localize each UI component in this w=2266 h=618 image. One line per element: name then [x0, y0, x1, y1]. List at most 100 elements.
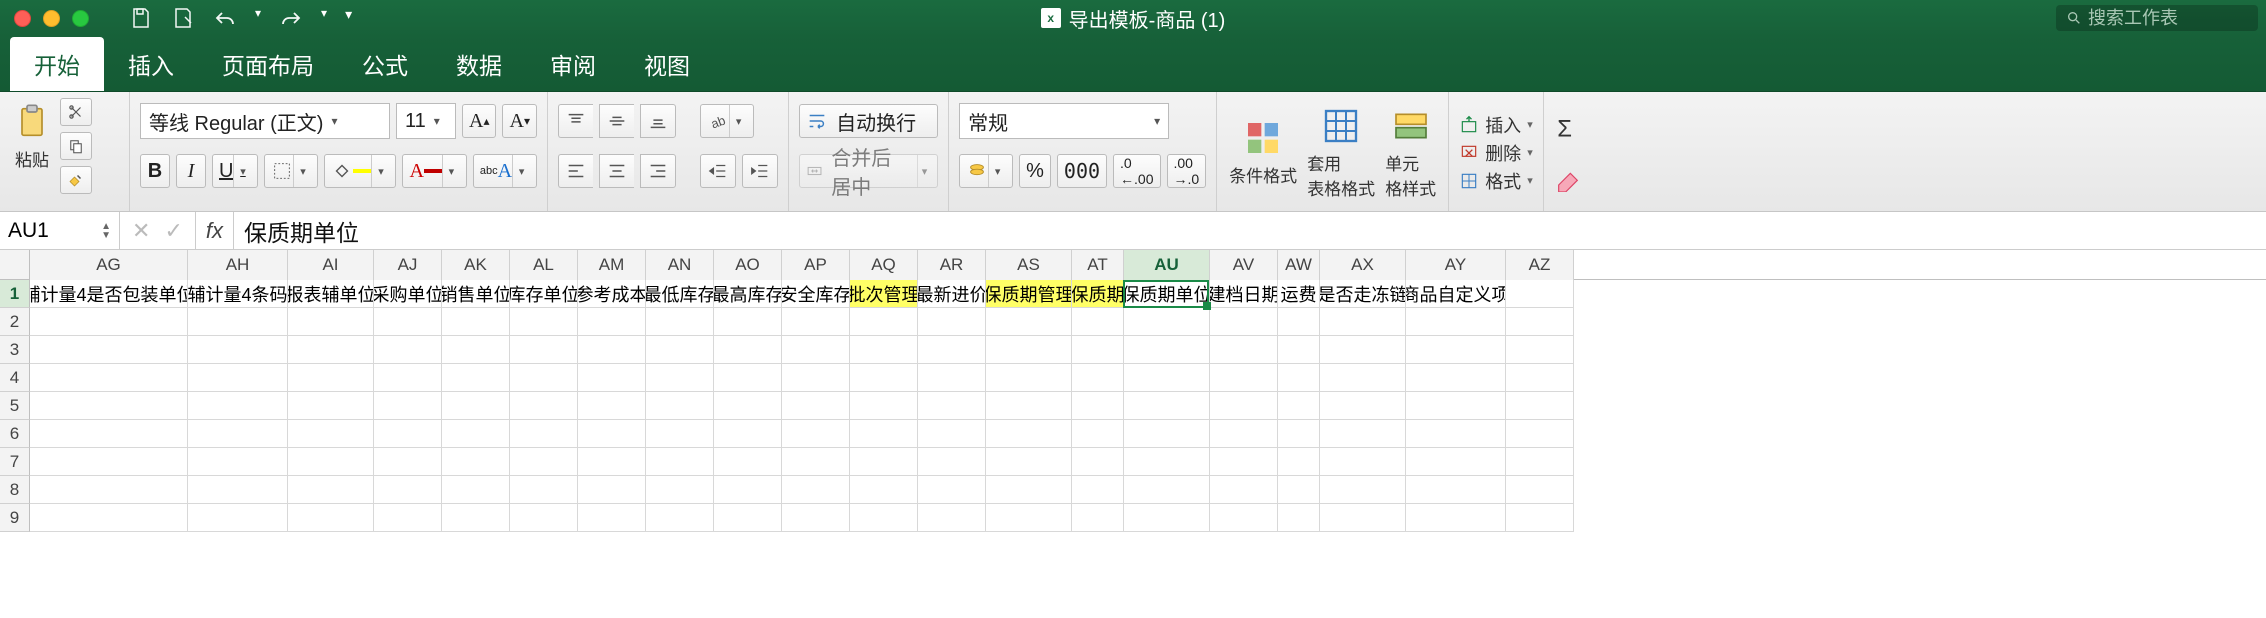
cell-AI4[interactable]	[288, 364, 374, 392]
insert-cells-button[interactable]: 插入▾	[1459, 112, 1533, 138]
cell-AI7[interactable]	[288, 448, 374, 476]
cell-AY8[interactable]	[1406, 476, 1506, 504]
cell-AZ6[interactable]	[1506, 420, 1574, 448]
sheet-search-input[interactable]	[2088, 8, 2248, 29]
format-as-table-button[interactable]: 套用 表格格式	[1305, 102, 1377, 204]
cell-AS2[interactable]	[986, 308, 1072, 336]
cell-AN7[interactable]	[646, 448, 714, 476]
wrap-text-button[interactable]: 自动换行	[799, 104, 938, 138]
cell-AM1[interactable]: 参考成本	[578, 280, 646, 308]
cell-AG4[interactable]	[30, 364, 188, 392]
cell-AV4[interactable]	[1210, 364, 1278, 392]
minimize-window[interactable]	[43, 10, 60, 27]
cell-AV5[interactable]	[1210, 392, 1278, 420]
sheet-search[interactable]	[2056, 5, 2258, 31]
align-middle-button[interactable]	[599, 104, 634, 138]
cell-AP4[interactable]	[782, 364, 850, 392]
cell-AZ9[interactable]	[1506, 504, 1574, 532]
align-bottom-button[interactable]	[640, 104, 676, 138]
tab-公式[interactable]: 公式	[338, 37, 432, 91]
spreadsheet-grid[interactable]: AGAHAIAJAKALAMANAOAPAQARASATAUAVAWAXAYAZ…	[0, 250, 2266, 532]
formula-value[interactable]: 保质期单位	[234, 214, 359, 248]
cell-AQ8[interactable]	[850, 476, 918, 504]
cell-AX1[interactable]: 是否走冻链	[1320, 280, 1406, 308]
column-header-AP[interactable]: AP	[782, 250, 850, 280]
cell-AO7[interactable]	[714, 448, 782, 476]
cell-AP1[interactable]: 安全库存	[782, 280, 850, 308]
cell-AZ3[interactable]	[1506, 336, 1574, 364]
cancel-formula-icon[interactable]: ✕	[132, 218, 150, 244]
cell-AM9[interactable]	[578, 504, 646, 532]
cell-AI9[interactable]	[288, 504, 374, 532]
tab-开始[interactable]: 开始	[10, 37, 104, 91]
cell-AK3[interactable]	[442, 336, 510, 364]
accept-formula-icon[interactable]: ✓	[164, 218, 182, 244]
cell-AR4[interactable]	[918, 364, 986, 392]
cell-AX3[interactable]	[1320, 336, 1406, 364]
undo-dropdown[interactable]: ▾	[255, 6, 261, 30]
close-window[interactable]	[14, 10, 31, 27]
cell-AH1[interactable]: 辅计量4条码	[188, 280, 288, 308]
paste-button[interactable]: 粘贴	[10, 98, 54, 194]
cell-AW8[interactable]	[1278, 476, 1320, 504]
cell-AJ5[interactable]	[374, 392, 442, 420]
cell-AW1[interactable]: 运费	[1278, 280, 1320, 308]
undo-icon[interactable]	[213, 6, 237, 30]
cell-AY7[interactable]	[1406, 448, 1506, 476]
cell-AN6[interactable]	[646, 420, 714, 448]
row-header-7[interactable]: 7	[0, 448, 30, 476]
cell-AH8[interactable]	[188, 476, 288, 504]
cell-AK8[interactable]	[442, 476, 510, 504]
tab-视图[interactable]: 视图	[620, 37, 714, 91]
cell-AT5[interactable]	[1072, 392, 1124, 420]
grow-font-button[interactable]: A▴	[462, 104, 496, 138]
cell-AY3[interactable]	[1406, 336, 1506, 364]
cell-AG3[interactable]	[30, 336, 188, 364]
increase-indent-button[interactable]	[742, 154, 778, 188]
cell-AU2[interactable]	[1124, 308, 1210, 336]
cell-AI8[interactable]	[288, 476, 374, 504]
cell-AV9[interactable]	[1210, 504, 1278, 532]
cell-AH6[interactable]	[188, 420, 288, 448]
cell-AX7[interactable]	[1320, 448, 1406, 476]
cell-AJ2[interactable]	[374, 308, 442, 336]
cell-AJ4[interactable]	[374, 364, 442, 392]
cell-AJ1[interactable]: 采购单位	[374, 280, 442, 308]
tab-数据[interactable]: 数据	[432, 37, 526, 91]
zoom-window[interactable]	[72, 10, 89, 27]
font-size-combo[interactable]: 11▾	[396, 103, 456, 139]
increase-decimal-button[interactable]: .0←.00	[1113, 154, 1160, 188]
tab-页面布局[interactable]: 页面布局	[198, 37, 338, 91]
cell-AT2[interactable]	[1072, 308, 1124, 336]
cell-AH3[interactable]	[188, 336, 288, 364]
cell-AK2[interactable]	[442, 308, 510, 336]
cell-AL4[interactable]	[510, 364, 578, 392]
cell-AW4[interactable]	[1278, 364, 1320, 392]
align-top-button[interactable]	[558, 104, 593, 138]
cell-AO8[interactable]	[714, 476, 782, 504]
column-header-AJ[interactable]: AJ	[374, 250, 442, 280]
cell-AN8[interactable]	[646, 476, 714, 504]
cell-AK9[interactable]	[442, 504, 510, 532]
cell-AW7[interactable]	[1278, 448, 1320, 476]
cell-AL5[interactable]	[510, 392, 578, 420]
merge-center-button[interactable]: 合并后居中	[799, 154, 938, 188]
cell-AI3[interactable]	[288, 336, 374, 364]
cell-AV3[interactable]	[1210, 336, 1278, 364]
cell-AI1[interactable]: 报表辅单位	[288, 280, 374, 308]
cell-AS6[interactable]	[986, 420, 1072, 448]
row-header-9[interactable]: 9	[0, 504, 30, 532]
cell-AN5[interactable]	[646, 392, 714, 420]
cell-AL2[interactable]	[510, 308, 578, 336]
cell-AQ4[interactable]	[850, 364, 918, 392]
cell-AK7[interactable]	[442, 448, 510, 476]
cell-AO6[interactable]	[714, 420, 782, 448]
cell-AY2[interactable]	[1406, 308, 1506, 336]
cell-AR6[interactable]	[918, 420, 986, 448]
shrink-font-button[interactable]: A▾	[502, 104, 536, 138]
font-color-button[interactable]: A	[402, 154, 466, 188]
cell-AL7[interactable]	[510, 448, 578, 476]
tab-审阅[interactable]: 审阅	[526, 37, 620, 91]
decrease-decimal-button[interactable]: .00→.0	[1167, 154, 1207, 188]
cell-AQ9[interactable]	[850, 504, 918, 532]
